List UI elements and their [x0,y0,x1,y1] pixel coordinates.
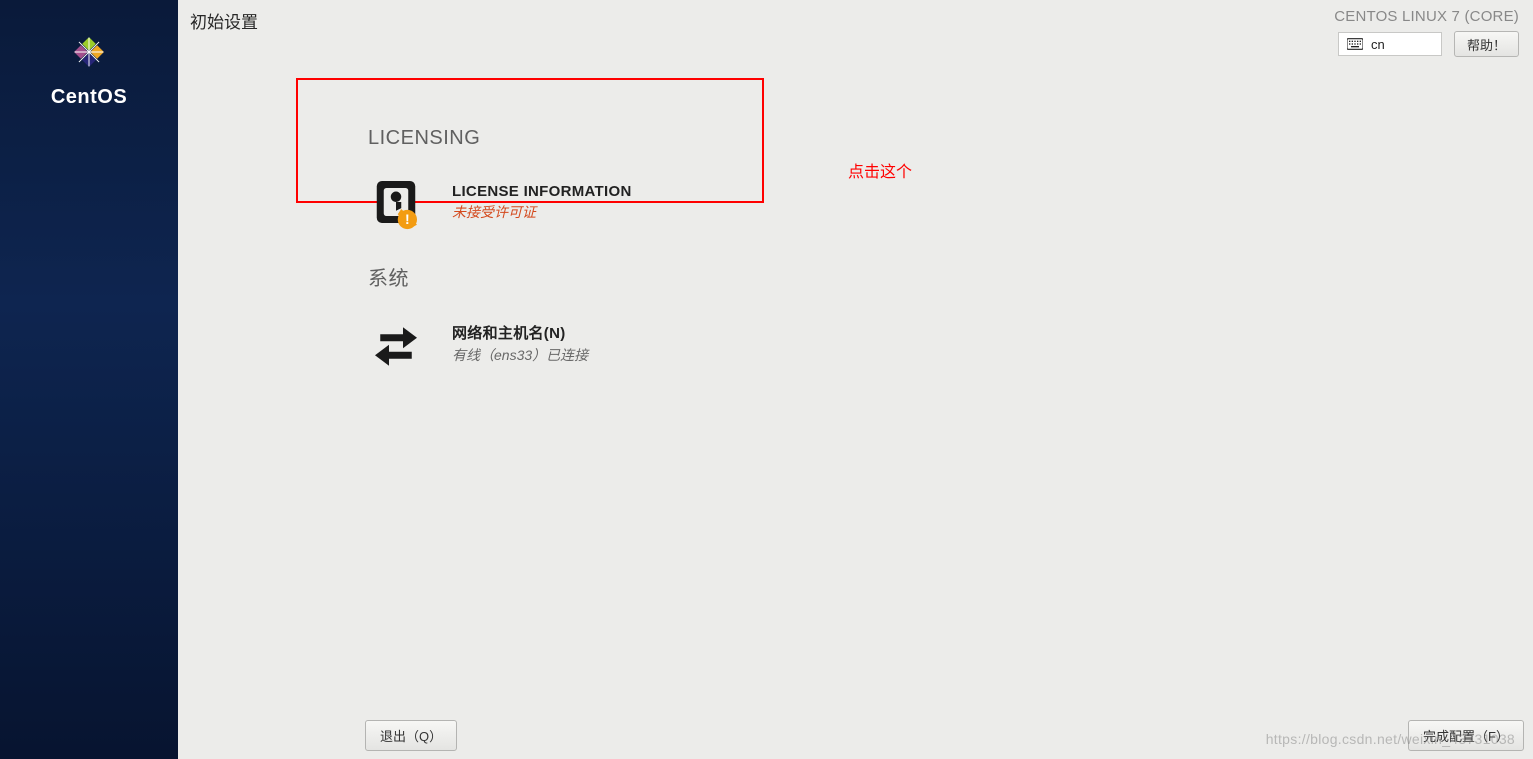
brand-text: CentOS [51,86,127,109]
quit-button[interactable]: 退出（Q） [365,720,457,751]
centos-logo: CentOS [51,28,127,109]
annotation-text: 点击这个 [848,158,912,182]
help-button-label: 帮助！ [1467,35,1506,54]
network-icon [368,315,424,371]
top-controls: cn 帮助！ [1334,31,1519,57]
top-right: CENTOS LINUX 7 (CORE) cn [1334,8,1519,57]
svg-text:!: ! [405,211,410,227]
license-title: LICENSE INFORMATION [452,183,632,200]
page-title: 初始设置 [190,8,258,33]
network-status: 有线（ens33）已连接 [452,345,588,365]
finish-button[interactable]: 完成配置（F） [1408,720,1524,751]
os-name: CENTOS LINUX 7 (CORE) [1334,8,1519,25]
sidebar: CentOS [0,0,178,759]
network-title: 网络和主机名(N) [452,322,588,343]
keyboard-icon [1347,38,1363,50]
main-area: 初始设置 CENTOS LINUX 7 (CORE) cn [178,0,1533,759]
help-button[interactable]: 帮助！ [1454,31,1519,57]
content-area: LICENSING ! LICENSE INFORMATION 未接受许可证 系… [178,57,1533,371]
network-hostname-spoke[interactable]: 网络和主机名(N) 有线（ens33）已连接 [368,315,1533,371]
centos-logo-icon [65,28,113,76]
top-bar: 初始设置 CENTOS LINUX 7 (CORE) cn [178,0,1533,57]
licensing-heading: LICENSING [368,127,1533,150]
license-icon: ! [368,174,424,230]
license-status: 未接受许可证 [452,202,632,222]
license-information-spoke[interactable]: ! LICENSE INFORMATION 未接受许可证 [368,174,1533,230]
bottom-bar: 退出（Q） 完成配置（F） [356,721,1533,759]
system-heading: 系统 [368,262,1533,291]
keyboard-layout-code: cn [1371,37,1385,52]
keyboard-layout-selector[interactable]: cn [1338,32,1442,56]
